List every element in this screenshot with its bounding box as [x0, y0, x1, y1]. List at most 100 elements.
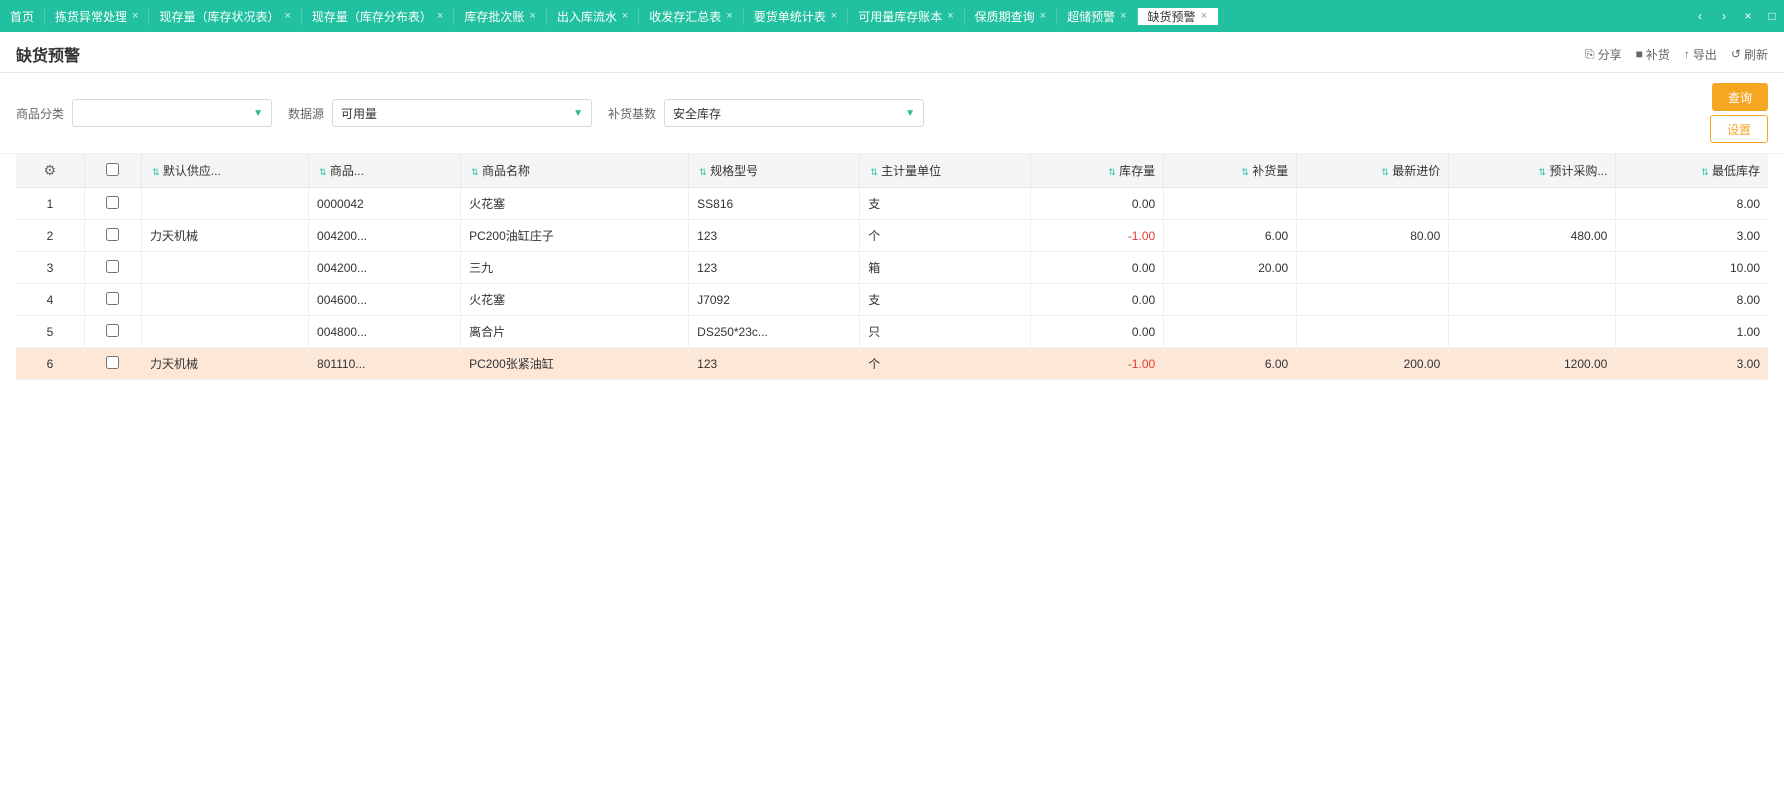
tab-available-ledger[interactable]: 可用量库存账本×	[848, 8, 964, 25]
th-min-stock: ⇅ 最低库存	[1616, 154, 1768, 188]
row-checkbox[interactable]	[106, 260, 119, 273]
row-checkbox[interactable]	[106, 324, 119, 337]
tab-close-available-ledger[interactable]: ×	[947, 10, 953, 22]
replenish-base-label: 补货基数	[608, 105, 656, 122]
tab-close-order-stats[interactable]: ×	[831, 10, 837, 22]
table-row: 4 004600... 火花塞 J7092 支 0.00 8.00	[16, 284, 1768, 316]
tab-inout-flow[interactable]: 出入库流水×	[547, 8, 639, 25]
refresh-button[interactable]: ↺ 刷新	[1731, 46, 1768, 63]
tab-overstock[interactable]: 超储预警×	[1057, 8, 1137, 25]
header-actions: ⎘ 分享 ■ 补货 ↑ 导出 ↺ 刷新	[1585, 46, 1768, 63]
tab-close-abnormal[interactable]: ×	[132, 10, 138, 22]
table-header-row: ⚙ ⇅ 默认供应... ⇅ 商品... ⇅ 商品名称	[16, 154, 1768, 188]
tab-close-expiry-query[interactable]: ×	[1040, 10, 1046, 22]
table-row: 6 力天机械 801110... PC200张紧油缸 123 个 -1.00 6…	[16, 348, 1768, 380]
filter-bar: 商品分类 ▼ 数据源 可用量 ▼ 补货基数 安全库存 ▼ 查询 设置	[0, 73, 1784, 154]
tab-order-stats[interactable]: 要货单统计表×	[744, 8, 848, 25]
tab-close-batch-account[interactable]: ×	[529, 10, 535, 22]
category-select[interactable]: ▼	[72, 99, 272, 127]
cell-supplier: 力天机械	[141, 348, 308, 380]
cell-name: 火花塞	[461, 188, 689, 220]
cell-checkbox[interactable]	[84, 252, 141, 284]
tab-close-collect-summary[interactable]: ×	[726, 10, 732, 22]
tab-close-overstock[interactable]: ×	[1120, 10, 1126, 22]
tab-abnormal[interactable]: 拣货异常处理×	[45, 8, 149, 25]
cell-spec: DS250*23c...	[689, 316, 860, 348]
cell-stock: -1.00	[1031, 348, 1164, 380]
th-minstock-sort-icon: ⇅	[1701, 167, 1709, 177]
cell-checkbox[interactable]	[84, 316, 141, 348]
cell-checkbox[interactable]	[84, 188, 141, 220]
cell-stock: 0.00	[1031, 252, 1164, 284]
tab-batch-account[interactable]: 库存批次账×	[454, 8, 546, 25]
cell-supplier: 力天机械	[141, 220, 308, 252]
cell-supplier	[141, 316, 308, 348]
tab-nav-left[interactable]: ‹	[1688, 0, 1712, 32]
th-unit-sort-icon: ⇅	[870, 167, 878, 177]
row-checkbox[interactable]	[106, 196, 119, 209]
cell-name: 火花塞	[461, 284, 689, 316]
page-title: 缺货预警	[16, 42, 80, 66]
settings-button[interactable]: 设置	[1710, 115, 1768, 143]
tab-inventory-status[interactable]: 现存量（库存状况表）×	[149, 8, 301, 25]
cell-estimate-purchase	[1449, 188, 1616, 220]
th-latest-price: ⇅ 最新进价	[1297, 154, 1449, 188]
th-code-sort-icon: ⇅	[319, 167, 327, 177]
tab-inventory-dist[interactable]: 现存量（库存分布表）×	[302, 8, 454, 25]
export-button[interactable]: ↑ 导出	[1684, 46, 1717, 63]
replenish-base-filter-group: 补货基数 安全库存 ▼	[608, 99, 924, 127]
tab-nav-right[interactable]: ›	[1712, 0, 1736, 32]
replenish-base-select[interactable]: 安全库存 ▼	[664, 99, 924, 127]
cell-spec: J7092	[689, 284, 860, 316]
category-label: 商品分类	[16, 105, 64, 122]
table-row: 5 004800... 离合片 DS250*23c... 只 0.00 1.00	[16, 316, 1768, 348]
cell-replenish: 20.00	[1164, 252, 1297, 284]
row-checkbox[interactable]	[106, 228, 119, 241]
row-checkbox[interactable]	[106, 356, 119, 369]
tab-nav-expand[interactable]: □	[1760, 0, 1784, 32]
tab-close-inventory-dist[interactable]: ×	[437, 10, 443, 22]
cell-stock: 0.00	[1031, 188, 1164, 220]
cell-unit: 个	[860, 348, 1031, 380]
cell-supplier	[141, 188, 308, 220]
tab-close-inventory-status[interactable]: ×	[284, 10, 290, 22]
th-checkbox	[84, 154, 141, 188]
table-row: 2 力天机械 004200... PC200油缸庄子 123 个 -1.00 6…	[16, 220, 1768, 252]
th-unit: ⇅ 主计量单位	[860, 154, 1031, 188]
cell-replenish	[1164, 284, 1297, 316]
tab-home[interactable]: 首页	[0, 8, 45, 25]
th-replenish: ⇅ 补货量	[1164, 154, 1297, 188]
cell-checkbox[interactable]	[84, 348, 141, 380]
th-estimate-sort-icon: ⇅	[1538, 167, 1546, 177]
tab-shortage[interactable]: 缺货预警×	[1138, 8, 1218, 25]
th-name-sort-icon: ⇅	[471, 167, 479, 177]
cell-unit: 支	[860, 188, 1031, 220]
cell-min-stock: 8.00	[1616, 284, 1768, 316]
cell-latest-price	[1297, 316, 1449, 348]
cell-checkbox[interactable]	[84, 284, 141, 316]
query-button[interactable]: 查询	[1712, 83, 1768, 111]
cell-name: PC200油缸庄子	[461, 220, 689, 252]
column-settings-icon[interactable]: ⚙	[44, 162, 57, 178]
cell-unit: 箱	[860, 252, 1031, 284]
tab-expiry-query[interactable]: 保质期查询×	[965, 8, 1057, 25]
tab-close-shortage[interactable]: ×	[1201, 10, 1207, 22]
page-content: 缺货预警 ⎘ 分享 ■ 补货 ↑ 导出 ↺ 刷新 商品分类	[0, 32, 1784, 796]
cell-stock: -1.00	[1031, 220, 1164, 252]
replenish-button[interactable]: ■ 补货	[1636, 46, 1670, 63]
row-checkbox[interactable]	[106, 292, 119, 305]
select-all-checkbox[interactable]	[106, 163, 119, 176]
datasource-select[interactable]: 可用量 ▼	[332, 99, 592, 127]
cell-checkbox[interactable]	[84, 220, 141, 252]
tab-nav-close[interactable]: ×	[1736, 0, 1760, 32]
tab-collect-summary[interactable]: 收发存汇总表×	[639, 8, 743, 25]
th-name: ⇅ 商品名称	[461, 154, 689, 188]
cell-code: 004800...	[309, 316, 461, 348]
cell-name: 三九	[461, 252, 689, 284]
refresh-icon: ↺	[1731, 47, 1741, 61]
tab-close-inout-flow[interactable]: ×	[622, 10, 628, 22]
share-button[interactable]: ⎘ 分享	[1585, 46, 1622, 63]
share-icon: ⎘	[1585, 47, 1595, 62]
th-replenish-sort-icon: ⇅	[1241, 167, 1249, 177]
th-supplier: ⇅ 默认供应...	[141, 154, 308, 188]
